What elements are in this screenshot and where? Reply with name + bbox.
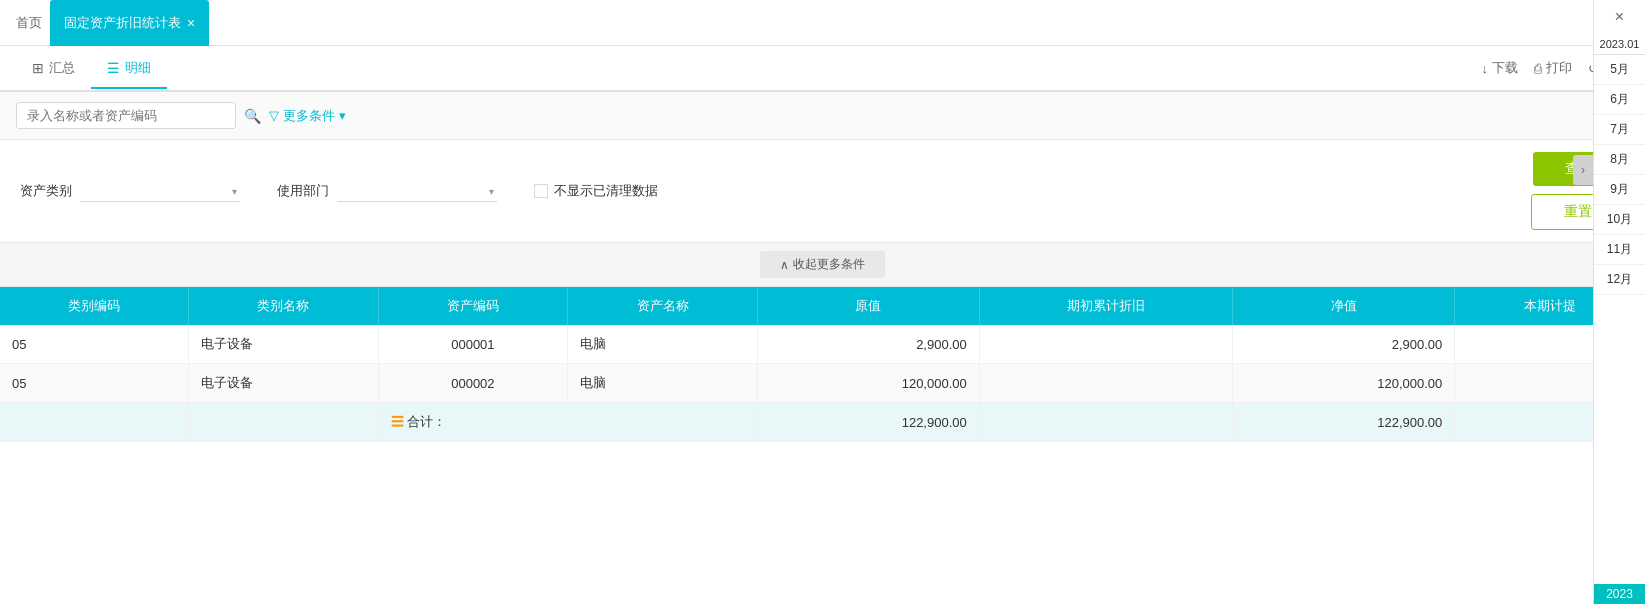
summary-label: 汇总 xyxy=(49,59,75,77)
col-original-value: 原值 xyxy=(757,287,979,325)
hide-cleared-label: 不显示已清理数据 xyxy=(554,182,658,200)
home-link[interactable]: 首页 xyxy=(16,14,42,32)
dept-group: 使用部门 ▾ xyxy=(277,180,494,202)
table-container: 类别编码 类别名称 资产编码 资产名称 原值 期初累计折旧 净值 本期计提 05… xyxy=(0,287,1645,604)
table-header-row: 类别编码 类别名称 资产编码 资产名称 原值 期初累计折旧 净值 本期计提 xyxy=(0,287,1645,325)
content-area: ⊞ 汇总 ☰ 明细 ↓ 下载 ⎙ 打印 ↺ 刷新 xyxy=(0,46,1645,604)
sidebar-month-item[interactable]: 7月 xyxy=(1594,115,1645,145)
asset-type-label: 资产类别 xyxy=(20,182,72,200)
print-label: 打印 xyxy=(1546,59,1572,77)
cell-asset-code: 000002 xyxy=(378,364,568,403)
total-net-value: 122,900.00 xyxy=(1233,403,1455,442)
tab-summary[interactable]: ⊞ 汇总 xyxy=(16,49,91,89)
cell-asset-name: 电脑 xyxy=(568,325,758,364)
cell-original-value: 120,000.00 xyxy=(757,364,979,403)
sidebar-month-item[interactable]: 11月 xyxy=(1594,235,1645,265)
sidebar-year-label: 2023 xyxy=(1594,584,1645,604)
summary-icon: ⊞ xyxy=(32,60,44,76)
total-empty-2 xyxy=(188,403,378,442)
download-icon: ↓ xyxy=(1482,61,1489,76)
dept-label: 使用部门 xyxy=(277,182,329,200)
filter-panel: 资产类别 ▾ 使用部门 ▾ 不显示已清理数据 查询 重置 xyxy=(0,140,1645,243)
print-button[interactable]: ⎙ 打印 xyxy=(1534,59,1572,77)
tab-label: 固定资产折旧统计表 xyxy=(64,14,181,32)
asset-type-group: 资产类别 ▾ xyxy=(20,180,237,202)
download-label: 下载 xyxy=(1492,59,1518,77)
search-icon[interactable]: 🔍 xyxy=(244,108,261,124)
cell-net-value: 2,900.00 xyxy=(1233,325,1455,364)
total-empty-1 xyxy=(0,403,188,442)
tab-detail[interactable]: ☰ 明细 xyxy=(91,49,167,89)
cell-category-name: 电子设备 xyxy=(188,325,378,364)
dept-arrow-icon: ▾ xyxy=(489,186,494,197)
dept-select[interactable] xyxy=(337,180,497,202)
detail-icon: ☰ xyxy=(107,60,120,76)
col-accumulated-depreciation: 期初累计折旧 xyxy=(979,287,1233,325)
cell-accumulated-depreciation xyxy=(979,364,1233,403)
total-accumulated-depreciation xyxy=(979,403,1233,442)
sidebar-date-display: 2023.01 xyxy=(1594,34,1645,55)
filter-funnel-icon: ▽ xyxy=(269,108,279,123)
total-row: ☰ 合计： 122,900.00 122,900.00 xyxy=(0,403,1645,442)
col-category-name: 类别名称 xyxy=(188,287,378,325)
cell-original-value: 2,900.00 xyxy=(757,325,979,364)
hide-cleared-checkbox[interactable] xyxy=(534,184,548,198)
collapse-bar: ∧ 收起更多条件 xyxy=(0,243,1645,287)
col-asset-name: 资产名称 xyxy=(568,287,758,325)
sidebar-months: 5月6月7月8月9月10月11月12月 xyxy=(1594,55,1645,584)
total-icon: ☰ xyxy=(391,414,404,429)
sidebar-toggle-arrow[interactable]: › xyxy=(1573,155,1593,185)
topbar: 首页 固定资产折旧统计表 × xyxy=(0,0,1645,46)
collapse-icon: ∧ xyxy=(780,258,789,272)
collapse-label: 收起更多条件 xyxy=(793,256,865,273)
print-icon: ⎙ xyxy=(1534,61,1542,76)
sidebar-month-item[interactable]: 5月 xyxy=(1594,55,1645,85)
arrow-icon: › xyxy=(1581,163,1585,177)
download-button[interactable]: ↓ 下载 xyxy=(1482,59,1519,77)
asset-type-select[interactable] xyxy=(80,180,240,202)
table-row: 05 电子设备 000001 电脑 2,900.00 2,900.00 xyxy=(0,325,1645,364)
hide-cleared-group: 不显示已清理数据 xyxy=(534,182,658,200)
cell-net-value: 120,000.00 xyxy=(1233,364,1455,403)
sidebar-month-item[interactable]: 9月 xyxy=(1594,175,1645,205)
col-asset-code: 资产编码 xyxy=(378,287,568,325)
search-input[interactable] xyxy=(16,102,236,129)
col-net-value: 净值 xyxy=(1233,287,1455,325)
collapse-button[interactable]: ∧ 收起更多条件 xyxy=(760,251,885,278)
asset-type-arrow-icon: ▾ xyxy=(232,186,237,197)
active-tab[interactable]: 固定资产折旧统计表 × xyxy=(50,0,209,46)
data-table: 类别编码 类别名称 资产编码 资产名称 原值 期初累计折旧 净值 本期计提 05… xyxy=(0,287,1645,442)
sidebar-month-item[interactable]: 8月 xyxy=(1594,145,1645,175)
table-row: 05 电子设备 000002 电脑 120,000.00 120,000.00 xyxy=(0,364,1645,403)
sidebar-month-item[interactable]: 6月 xyxy=(1594,85,1645,115)
filter-chevron-icon: ▾ xyxy=(339,108,346,123)
total-original-value: 122,900.00 xyxy=(757,403,979,442)
sidebar: × 2023.01 5月6月7月8月9月10月11月12月 2023 xyxy=(1593,0,1645,604)
filter-row: 资产类别 ▾ 使用部门 ▾ 不显示已清理数据 查询 重置 xyxy=(20,152,1625,230)
filter-label: 更多条件 xyxy=(283,107,335,125)
sidebar-month-item[interactable]: 10月 xyxy=(1594,205,1645,235)
sidebar-month-item[interactable]: 12月 xyxy=(1594,265,1645,295)
col-category-code: 类别编码 xyxy=(0,287,188,325)
subtabs-bar: ⊞ 汇总 ☰ 明细 ↓ 下载 ⎙ 打印 ↺ 刷新 xyxy=(0,46,1645,92)
total-label-cell: ☰ 合计： xyxy=(378,403,757,442)
cell-category-code: 05 xyxy=(0,364,188,403)
cell-asset-name: 电脑 xyxy=(568,364,758,403)
detail-label: 明细 xyxy=(125,59,151,77)
searchbar: 🔍 ▽ 更多条件 ▾ xyxy=(0,92,1645,140)
cell-accumulated-depreciation xyxy=(979,325,1233,364)
cell-category-name: 电子设备 xyxy=(188,364,378,403)
sidebar-close-button[interactable]: × xyxy=(1594,0,1645,34)
tab-close-icon[interactable]: × xyxy=(187,15,195,31)
cell-category-code: 05 xyxy=(0,325,188,364)
cell-asset-code: 000001 xyxy=(378,325,568,364)
filter-button[interactable]: ▽ 更多条件 ▾ xyxy=(269,107,346,125)
